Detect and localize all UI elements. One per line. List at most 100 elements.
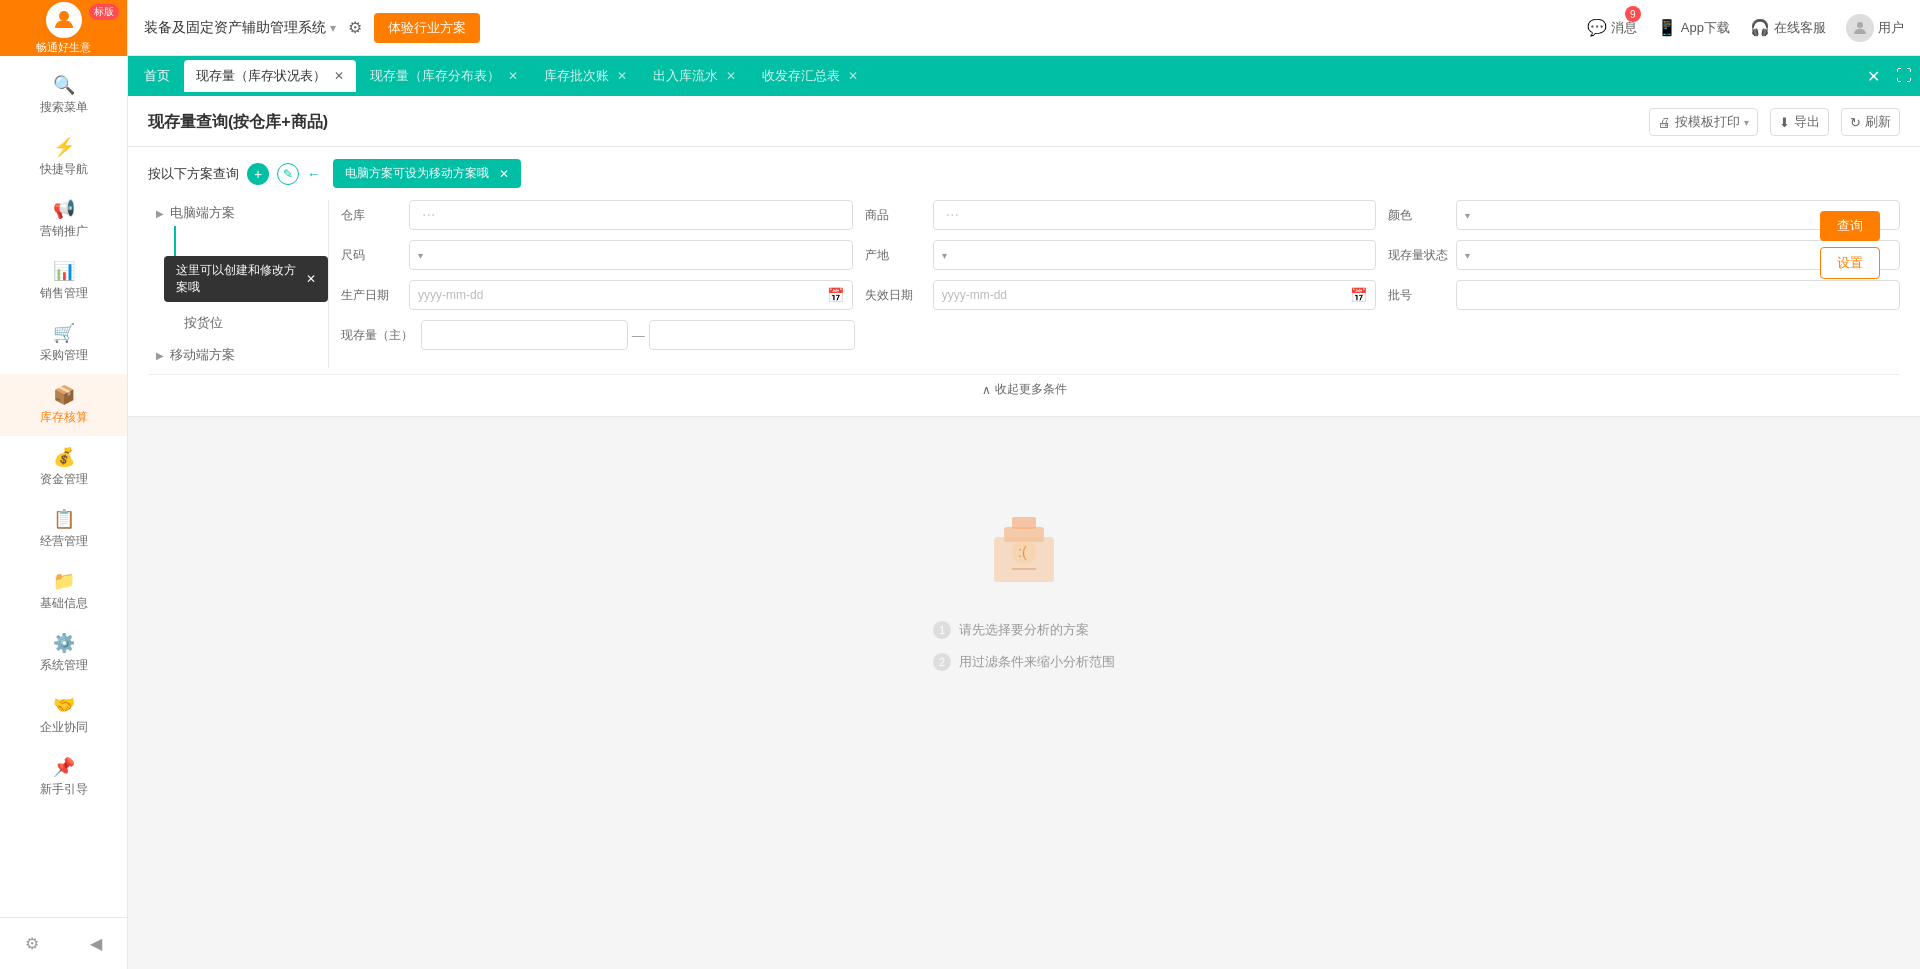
support-icon: 🎧 — [1750, 18, 1770, 37]
header-settings-icon[interactable]: ⚙ — [348, 18, 362, 37]
scheme-sub-list: 按货位 — [148, 310, 328, 336]
scheme-mobile[interactable]: ▶ 移动端方案 — [148, 342, 328, 368]
sidebar-badge: 标版 — [89, 4, 119, 20]
sidebar-item-label: 系统管理 — [40, 657, 88, 674]
sidebar-item-finance[interactable]: 💰 资金管理 — [0, 436, 127, 498]
tab-home[interactable]: 首页 — [132, 60, 182, 92]
tab-inout-flow[interactable]: 出入库流水 ✕ — [641, 60, 748, 92]
tab-inventory-status-close[interactable]: ✕ — [334, 69, 344, 83]
prod-date-start[interactable]: yyyy-mm-dd 📅 — [409, 280, 853, 310]
empty-step-2: 2 用过滤条件来缩小分析范围 — [933, 649, 1115, 675]
product-select[interactable]: ··· — [933, 200, 1377, 230]
sidebar-item-purchase[interactable]: 🛒 采购管理 — [0, 312, 127, 374]
filter-field-inv-qty: 现存量（主） — — [341, 320, 855, 350]
filter-add-button[interactable]: + — [247, 163, 269, 185]
tab-batch-ledger-label: 库存批次账 — [544, 67, 609, 85]
export-icon: ⬇ — [1779, 115, 1790, 130]
inv-qty-range: — — [421, 320, 855, 350]
scheme-tooltip-close[interactable]: ✕ — [499, 167, 509, 181]
sidebar-item-guide[interactable]: 📌 新手引导 — [0, 746, 127, 808]
message-action[interactable]: 💬 9 消息 — [1587, 18, 1637, 37]
tab-batch-ledger[interactable]: 库存批次账 ✕ — [532, 60, 639, 92]
tab-expand-icon[interactable]: ⛶ — [1892, 63, 1916, 89]
support-label: 在线客服 — [1774, 19, 1826, 37]
page-title-row: 现存量查询(按仓库+商品) 🖨 按模板打印 ▾ ⬇ 导出 ↻ 刷新 — [148, 108, 1900, 146]
scheme-area: ▶ 电脑端方案 这里可以创建和修改方案哦 ✕ — [148, 200, 1900, 368]
inv-qty-max[interactable] — [649, 320, 856, 350]
scheme-desktop[interactable]: ▶ 电脑端方案 — [148, 200, 328, 226]
origin-select-arrow: ▾ — [942, 250, 947, 261]
filter-row-4: 现存量（主） — — [341, 320, 1900, 350]
batch-no-input[interactable] — [1456, 280, 1900, 310]
user-label: 用户 — [1878, 19, 1904, 37]
finance-icon: 💰 — [53, 446, 75, 468]
user-avatar — [1846, 14, 1874, 42]
tab-collect-summary[interactable]: 收发存汇总表 ✕ — [750, 60, 870, 92]
tab-inventory-dist-close[interactable]: ✕ — [508, 69, 518, 83]
inv-qty-min[interactable] — [421, 320, 628, 350]
filter-row-1: 仓库 ··· 商品 ··· — [341, 200, 1900, 230]
enterprise-icon: 🤝 — [53, 694, 75, 716]
exp-date-label: 失效日期 — [865, 287, 925, 304]
create-tooltip: 这里可以创建和修改方案哦 ✕ — [164, 256, 328, 302]
dropdown-icon: ▾ — [330, 21, 336, 35]
operations-icon: 📋 — [53, 508, 75, 530]
prod-date-icon: 📅 — [827, 287, 844, 303]
settings-bottom-icon[interactable]: ⚙ — [21, 930, 43, 957]
step-1-text: 请先选择要分析的方案 — [959, 617, 1089, 643]
tab-bar: 首页 现存量（库存状况表） ✕ 现存量（库存分布表） ✕ 库存批次账 ✕ 出入库… — [128, 56, 1920, 96]
collapse-button[interactable]: ∧ 收起更多条件 — [148, 374, 1900, 404]
refresh-button[interactable]: ↻ 刷新 — [1841, 108, 1900, 136]
trial-button[interactable]: 体验行业方案 — [374, 13, 480, 43]
filter-field-batch-no: 批号 — [1388, 280, 1900, 310]
collapse-sidebar-icon[interactable]: ◀ — [86, 930, 106, 957]
tab-inventory-status[interactable]: 现存量（库存状况表） ✕ — [184, 60, 356, 92]
sidebar-item-search-menu[interactable]: 🔍 搜索菜单 — [0, 64, 127, 126]
filter-fields: 仓库 ··· 商品 ··· — [328, 200, 1900, 368]
sidebar-item-basic[interactable]: 📁 基础信息 — [0, 560, 127, 622]
create-tooltip-container: 这里可以创建和修改方案哦 ✕ — [164, 256, 328, 302]
sidebar-item-enterprise[interactable]: 🤝 企业协同 — [0, 684, 127, 746]
collapse-icon: ∧ — [982, 383, 991, 397]
filter-arrow-button[interactable]: ← — [307, 166, 321, 182]
tab-inout-flow-close[interactable]: ✕ — [726, 69, 736, 83]
inv-status-arrow: ▾ — [1465, 250, 1470, 261]
sidebar-item-inventory[interactable]: 📦 库存核算 — [0, 374, 127, 436]
tab-close-all-icon[interactable]: ✕ — [1863, 63, 1884, 90]
tab-collect-summary-close[interactable]: ✕ — [848, 69, 858, 83]
prod-date-placeholder: yyyy-mm-dd — [418, 288, 483, 302]
warehouse-select[interactable]: ··· — [409, 200, 853, 230]
scheme-child-warehousing[interactable]: 按货位 — [176, 310, 328, 336]
product-dots: ··· — [942, 206, 963, 224]
reset-button[interactable]: 设置 — [1820, 247, 1880, 279]
filter-field-exp-date: 失效日期 yyyy-mm-dd 📅 — [865, 280, 1377, 310]
exp-date-input[interactable]: yyyy-mm-dd 📅 — [933, 280, 1377, 310]
print-icon: 🖨 — [1658, 115, 1671, 130]
sidebar-logo: 畅通好生意 标版 — [0, 0, 127, 56]
filter-edit-button[interactable]: ✎ — [277, 163, 299, 185]
create-tooltip-close[interactable]: ✕ — [306, 272, 316, 286]
app-download-action[interactable]: 📱 App下载 — [1657, 18, 1730, 37]
user-action[interactable]: 用户 — [1846, 14, 1904, 42]
print-dropdown-icon: ▾ — [1744, 117, 1749, 128]
tab-inventory-dist[interactable]: 现存量（库存分布表） ✕ — [358, 60, 530, 92]
filter-section-inner: 按以下方案查询 + ✎ ← 电脑方案可设为移动方案哦 ✕ — [148, 159, 1900, 404]
size-select[interactable]: ▾ — [409, 240, 853, 270]
sidebar-item-label: 采购管理 — [40, 347, 88, 364]
support-action[interactable]: 🎧 在线客服 — [1750, 18, 1826, 37]
svg-point-1 — [1857, 22, 1863, 28]
sidebar-item-marketing[interactable]: 📢 营销推广 — [0, 188, 127, 250]
page-actions: 🖨 按模板打印 ▾ ⬇ 导出 ↻ 刷新 — [1649, 108, 1900, 136]
sidebar-item-quick-nav[interactable]: ⚡ 快捷导航 — [0, 126, 127, 188]
search-reset-area: 查询 设置 — [1820, 211, 1880, 279]
search-button[interactable]: 查询 — [1820, 211, 1880, 241]
export-button[interactable]: ⬇ 导出 — [1770, 108, 1829, 136]
sidebar-item-system[interactable]: ⚙️ 系统管理 — [0, 622, 127, 684]
tab-batch-ledger-close[interactable]: ✕ — [617, 69, 627, 83]
empty-text: 1 请先选择要分析的方案 2 用过滤条件来缩小分析范围 — [933, 617, 1115, 675]
print-button[interactable]: 🖨 按模板打印 ▾ — [1649, 108, 1758, 136]
system-title-dropdown[interactable]: 装备及固定资产辅助管理系统 ▾ — [144, 19, 336, 37]
sidebar-item-operations[interactable]: 📋 经营管理 — [0, 498, 127, 560]
origin-select[interactable]: ▾ — [933, 240, 1377, 270]
sidebar-item-sales[interactable]: 📊 销售管理 — [0, 250, 127, 312]
